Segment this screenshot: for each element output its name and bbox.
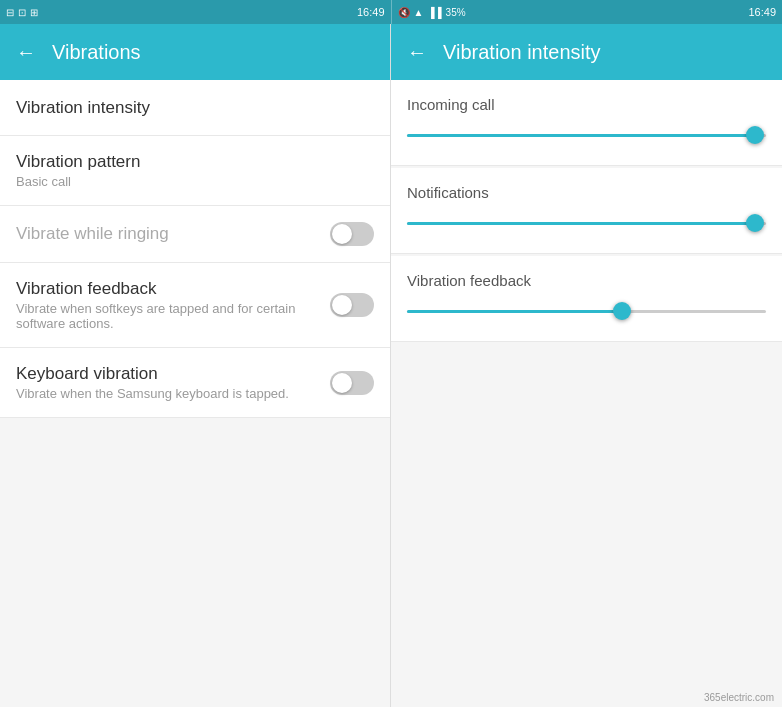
slider-track-incoming-call [407, 134, 766, 137]
left-app-bar: ← Vibrations [0, 24, 390, 80]
watermark: 365electric.com [704, 692, 774, 703]
item-subtitle-keyboard-vibration: Vibrate when the Samsung keyboard is tap… [16, 386, 330, 401]
notification-icon-3: ⊞ [30, 7, 38, 18]
mute-icon: 🔇 [398, 7, 410, 18]
right-app-bar: ← Vibration intensity [391, 24, 782, 80]
panel-left: ← Vibrations Vibration intensity Vibrati… [0, 24, 391, 707]
settings-item-vibration-feedback[interactable]: Vibration feedback Vibrate when softkeys… [0, 263, 390, 348]
item-subtitle-vibration-feedback: Vibrate when softkeys are tapped and for… [16, 301, 330, 331]
status-time-left: 16:49 [357, 6, 391, 18]
settings-item-vibration-pattern[interactable]: Vibration pattern Basic call [0, 136, 390, 206]
item-title-vibration-intensity: Vibration intensity [16, 98, 374, 118]
slider-notifications[interactable] [407, 213, 766, 233]
intensity-label-incoming-call: Incoming call [407, 96, 766, 113]
wifi-icon: ▲ [414, 7, 424, 18]
slider-thumb-vibration-feedback[interactable] [613, 302, 631, 320]
notification-icon-2: ⊡ [18, 7, 26, 18]
toggle-vibration-feedback[interactable] [330, 293, 374, 317]
item-title-vibrate-while-ringing: Vibrate while ringing [16, 224, 330, 244]
toggle-vibrate-while-ringing[interactable] [330, 222, 374, 246]
status-bar-left: ⊟ ⊡ ⊞ 16:49 [0, 0, 391, 24]
intensity-label-vibration-feedback: Vibration feedback [407, 272, 766, 289]
intensity-label-notifications: Notifications [407, 184, 766, 201]
notification-icon-1: ⊟ [6, 7, 14, 18]
left-app-bar-title: Vibrations [52, 41, 141, 64]
settings-item-vibrate-while-ringing[interactable]: Vibrate while ringing [0, 206, 390, 263]
slider-fill-notifications [407, 222, 755, 225]
item-subtitle-vibration-pattern: Basic call [16, 174, 374, 189]
battery-pct: 35% [446, 7, 466, 18]
signal-icon: ▐▐ [427, 7, 441, 18]
settings-item-vibration-intensity[interactable]: Vibration intensity [0, 80, 390, 136]
left-settings-list: Vibration intensity Vibration pattern Ba… [0, 80, 390, 707]
right-back-button[interactable]: ← [407, 41, 427, 64]
slider-track-notifications [407, 222, 766, 225]
item-title-vibration-pattern: Vibration pattern [16, 152, 374, 172]
item-title-vibration-feedback: Vibration feedback [16, 279, 330, 299]
panel-right: ← Vibration intensity Incoming call Noti… [391, 24, 782, 707]
left-back-button[interactable]: ← [16, 41, 36, 64]
status-bar-right: 🔇 ▲ ▐▐ 35% 16:49 [392, 0, 783, 24]
slider-vibration-feedback[interactable] [407, 301, 766, 321]
panels: ← Vibrations Vibration intensity Vibrati… [0, 24, 782, 707]
item-title-keyboard-vibration: Keyboard vibration [16, 364, 330, 384]
slider-thumb-notifications[interactable] [746, 214, 764, 232]
slider-track-vibration-feedback [407, 310, 766, 313]
slider-incoming-call[interactable] [407, 125, 766, 145]
slider-fill-incoming-call [407, 134, 755, 137]
intensity-item-incoming-call: Incoming call [391, 80, 782, 166]
intensity-list: Incoming call Notifications [391, 80, 782, 707]
slider-thumb-incoming-call[interactable] [746, 126, 764, 144]
intensity-item-notifications: Notifications [391, 168, 782, 254]
right-app-bar-title: Vibration intensity [443, 41, 601, 64]
status-time-right: 16:49 [748, 6, 782, 18]
status-bar: ⊟ ⊡ ⊞ 16:49 🔇 ▲ ▐▐ 35% 16:49 [0, 0, 782, 24]
intensity-item-vibration-feedback: Vibration feedback [391, 256, 782, 342]
slider-fill-vibration-feedback [407, 310, 622, 313]
settings-item-keyboard-vibration[interactable]: Keyboard vibration Vibrate when the Sams… [0, 348, 390, 418]
toggle-keyboard-vibration[interactable] [330, 371, 374, 395]
